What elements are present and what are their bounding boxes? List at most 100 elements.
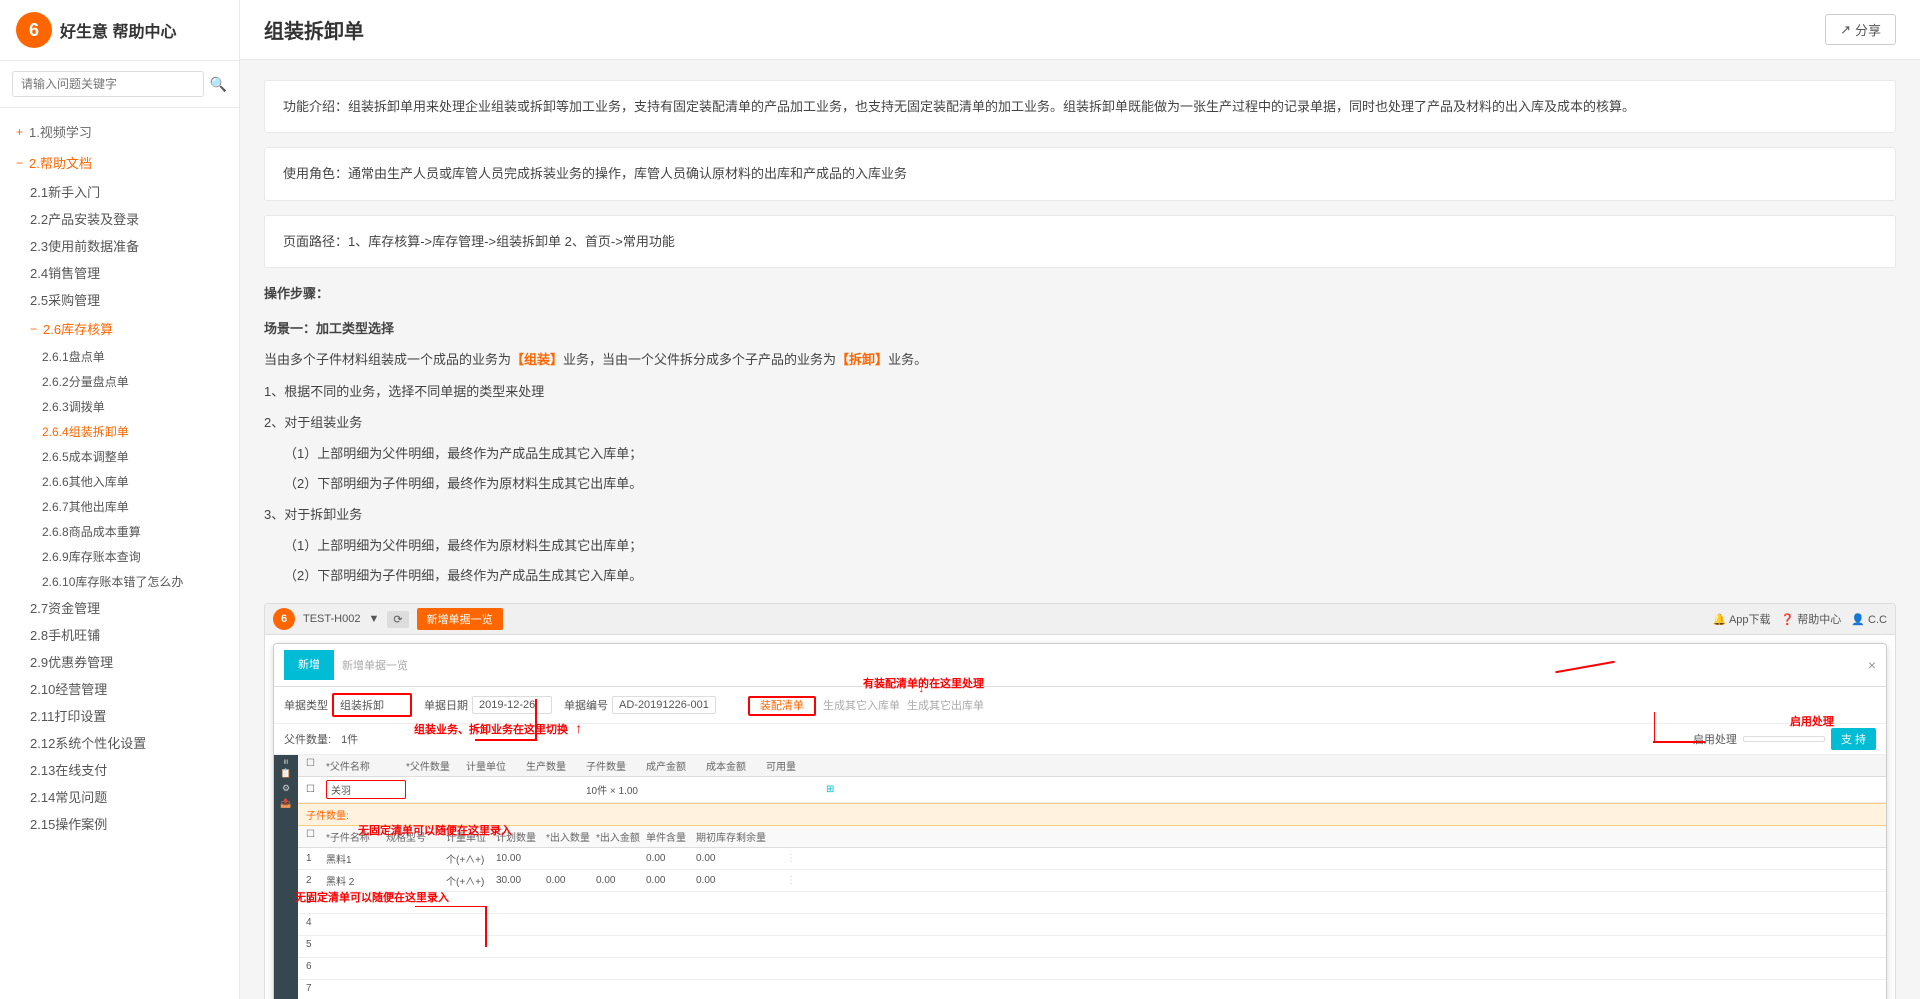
- sidebar-item-mobile[interactable]: 2.8手机旺铺: [0, 621, 239, 648]
- lrow1-name: 黑料1: [326, 851, 386, 866]
- sidebar-item-purchase[interactable]: 2.5采购管理: [0, 286, 239, 313]
- lower-table-header: ☐ *子件名称 规格型号 计量单位 计划数量 *出入数量 *出入金额 单件含量 …: [298, 826, 1886, 848]
- lower-table-row-1: 1 黑料1 个(+∧+) 10.00 0.00 0.00 ⋮: [298, 848, 1886, 870]
- sidebar-item-cases[interactable]: 2.15操作案例: [0, 810, 239, 837]
- inner-bar-code: TEST-H002: [303, 613, 360, 625]
- inner-btn-refresh[interactable]: ⟳: [387, 611, 408, 628]
- sidebar-item-ops[interactable]: 2.10经营管理: [0, 675, 239, 702]
- field-count-label: 父件数量:: [284, 731, 331, 747]
- field-date-label: 单据日期: [424, 697, 468, 713]
- sidebar-label-video: 1.视频学习: [29, 122, 92, 141]
- main-content: 组装拆卸单 ↗ 分享 功能介绍：组装拆卸单用来处理企业组装或拆卸等加工业务，支持…: [240, 0, 1920, 999]
- lower-table-row-3: 3: [298, 892, 1886, 914]
- lrow2-contain: 0.00: [646, 875, 696, 886]
- field-doc-type: 单据类型 组装拆卸: [284, 693, 412, 717]
- ann4-text: 无固定清单可以随便在这里录入: [358, 822, 512, 838]
- field-enable-input[interactable]: 启用处理: [1743, 736, 1825, 742]
- field-doc-no-value[interactable]: AD-20191226-001: [612, 696, 716, 714]
- sidebar-item-video[interactable]: + 1.视频学习: [0, 116, 239, 147]
- field-doc-no: 单据编号 AD-20191226-001: [564, 696, 716, 714]
- sidebar-item-partial-stock[interactable]: 2.6.2分量盘点单: [0, 369, 239, 394]
- left-icon-1: ≡: [281, 759, 291, 764]
- sidebar-item-faq[interactable]: 2.14常见问题: [0, 783, 239, 810]
- sidebar-item-newbie[interactable]: 2.1新手入门: [0, 178, 239, 205]
- path-text: 页面路径：1、库存核算->库存管理->组装拆卸单 2、首页->常用功能: [283, 234, 675, 249]
- step-2-2: （2）下部明细为子件明细，最终作为原材料生成其它出库单。: [264, 472, 1896, 497]
- lcol-unit-contain: 单件含量: [646, 829, 696, 844]
- btn-assembly-list[interactable]: 装配清单: [748, 696, 816, 716]
- lower-table-row-5: 5: [298, 936, 1886, 958]
- col-prod-qty: 生产数量: [526, 758, 586, 773]
- field-doc-type-label: 单据类型: [284, 697, 328, 713]
- sidebar-item-inventory[interactable]: − 2.6库存核算: [0, 313, 239, 344]
- share-button[interactable]: ↗ 分享: [1825, 14, 1896, 45]
- app-icon-user: 👤 C.C: [1851, 613, 1887, 626]
- lcol-io-amt: *出入金额: [596, 829, 646, 844]
- table-section: ≡ 📋 ⚙ 📤 ☐ *父件名称 *父件数量 计量单位 生产数量: [274, 755, 1886, 999]
- sidebar-item-finance[interactable]: 2.7资金管理: [0, 594, 239, 621]
- sidebar-item-cost-adjust[interactable]: 2.6.5成本调整单: [0, 444, 239, 469]
- field-count-value: 1件: [341, 731, 358, 747]
- lcol-check: ☐: [306, 829, 326, 844]
- left-icon-4: 📤: [280, 798, 291, 809]
- btn-gen-in[interactable]: 生成其它入库单: [823, 700, 900, 712]
- ann2-area: 组装业务、拆卸业务在这里切换 ↑: [414, 720, 582, 737]
- inner-tab-list[interactable]: 新增单据一览: [342, 657, 408, 673]
- upper-table-row-1: ☐ 关羽 10件 × 1.00 ⊞: [298, 777, 1886, 803]
- sidebar: 6 好生意 帮助中心 🔍 + 1.视频学习 − 2.帮助文档 2.1新手入门 2…: [0, 0, 240, 999]
- lcol-init-stock: 期初库存: [696, 829, 736, 844]
- lrow2-no: 2: [306, 875, 326, 886]
- field-doc-type-value[interactable]: 组装拆卸: [332, 693, 412, 717]
- field-date: 单据日期 2019-12-26: [424, 696, 552, 714]
- sidebar-item-sales[interactable]: 2.4销售管理: [0, 259, 239, 286]
- step-3-1: （1）上部明细为父件明细，最终作为原材料生成其它出库单；: [264, 534, 1896, 559]
- step-3-2: （2）下部明细为子件明细，最终作为产成品生成其它入库单。: [264, 564, 1896, 589]
- col-avail-qty: 可用量: [766, 758, 826, 773]
- inner-tab-new[interactable]: 新增: [284, 650, 334, 680]
- search-icon[interactable]: 🔍: [210, 76, 227, 93]
- sidebar-item-transfer[interactable]: 2.6.3调拨单: [0, 394, 239, 419]
- row1-check[interactable]: ☐: [306, 784, 326, 795]
- sidebar-item-stock-check[interactable]: 2.6.1盘点单: [0, 344, 239, 369]
- sidebar-item-assembly[interactable]: 2.6.4组装拆卸单: [0, 419, 239, 444]
- lrow2-name: 黑料 2: [326, 873, 386, 888]
- sidebar-item-install[interactable]: 2.2产品安装及登录: [0, 205, 239, 232]
- lower-table-separator: 子件数量: 无固定清单可以随便在这里录入: [298, 803, 1886, 826]
- sidebar-item-docs[interactable]: − 2.帮助文档: [0, 147, 239, 178]
- lrow2-act[interactable]: ⋮: [786, 875, 806, 886]
- lrow1-act[interactable]: ⋮: [786, 853, 806, 864]
- sidebar-item-data-prep[interactable]: 2.3使用前数据准备: [0, 232, 239, 259]
- arr3-line: [1654, 712, 1656, 742]
- sidebar-item-print[interactable]: 2.11打印设置: [0, 702, 239, 729]
- arr2-line: [535, 699, 537, 739]
- sidebar-item-cost-recalc[interactable]: 2.6.8商品成本重算: [0, 519, 239, 544]
- row1-sub-qty: 10件 × 1.00: [586, 782, 646, 797]
- lrow1-unit: 个(+∧+): [446, 851, 496, 866]
- search-input[interactable]: [12, 71, 204, 97]
- app-screenshot: 6 TEST-H002 ▼ ⟳ 新增单据一览 🔔 App下载 ❓ 帮助中心 👤 …: [264, 603, 1896, 999]
- sidebar-label-docs: 2.帮助文档: [29, 153, 92, 172]
- field-enable-label: 启用处理: [1693, 731, 1737, 747]
- main-header: 组装拆卸单 ↗ 分享: [240, 0, 1920, 60]
- row1-parent-name[interactable]: 关羽: [326, 780, 406, 799]
- inner-app-close-btn[interactable]: ×: [1868, 657, 1876, 673]
- lrow2-init: 0.00: [696, 875, 736, 886]
- sidebar-item-customization[interactable]: 2.12系统个性化设置: [0, 729, 239, 756]
- sidebar-item-online-pay[interactable]: 2.13在线支付: [0, 756, 239, 783]
- sidebar-item-coupon[interactable]: 2.9优惠券管理: [0, 648, 239, 675]
- sidebar-item-other-in[interactable]: 2.6.6其他入库单: [0, 469, 239, 494]
- sidebar-item-other-out[interactable]: 2.6.7其他出库单: [0, 494, 239, 519]
- row1-expand[interactable]: ⊞: [826, 784, 846, 795]
- sidebar-item-ledger-fix[interactable]: 2.6.10库存账本错了怎么办: [0, 569, 239, 594]
- col-action: [826, 758, 846, 773]
- btn-gen-out[interactable]: 生成其它出库单: [907, 700, 984, 712]
- btn-confirm-action[interactable]: 支 持: [1831, 728, 1876, 750]
- field-doc-no-label: 单据编号: [564, 697, 608, 713]
- lower-table-row-6: 6: [298, 958, 1886, 980]
- inner-btn-new-doc[interactable]: 新增单据一览: [417, 608, 503, 630]
- field-date-value[interactable]: 2019-12-26: [472, 696, 552, 714]
- share-icon: ↗: [1840, 22, 1851, 38]
- sidebar-item-ledger-query[interactable]: 2.6.9库存账本查询: [0, 544, 239, 569]
- ann4-overlay: 无固定清单可以随便在这里录入: [295, 889, 449, 905]
- lcol-io-qty: *出入数量: [546, 829, 596, 844]
